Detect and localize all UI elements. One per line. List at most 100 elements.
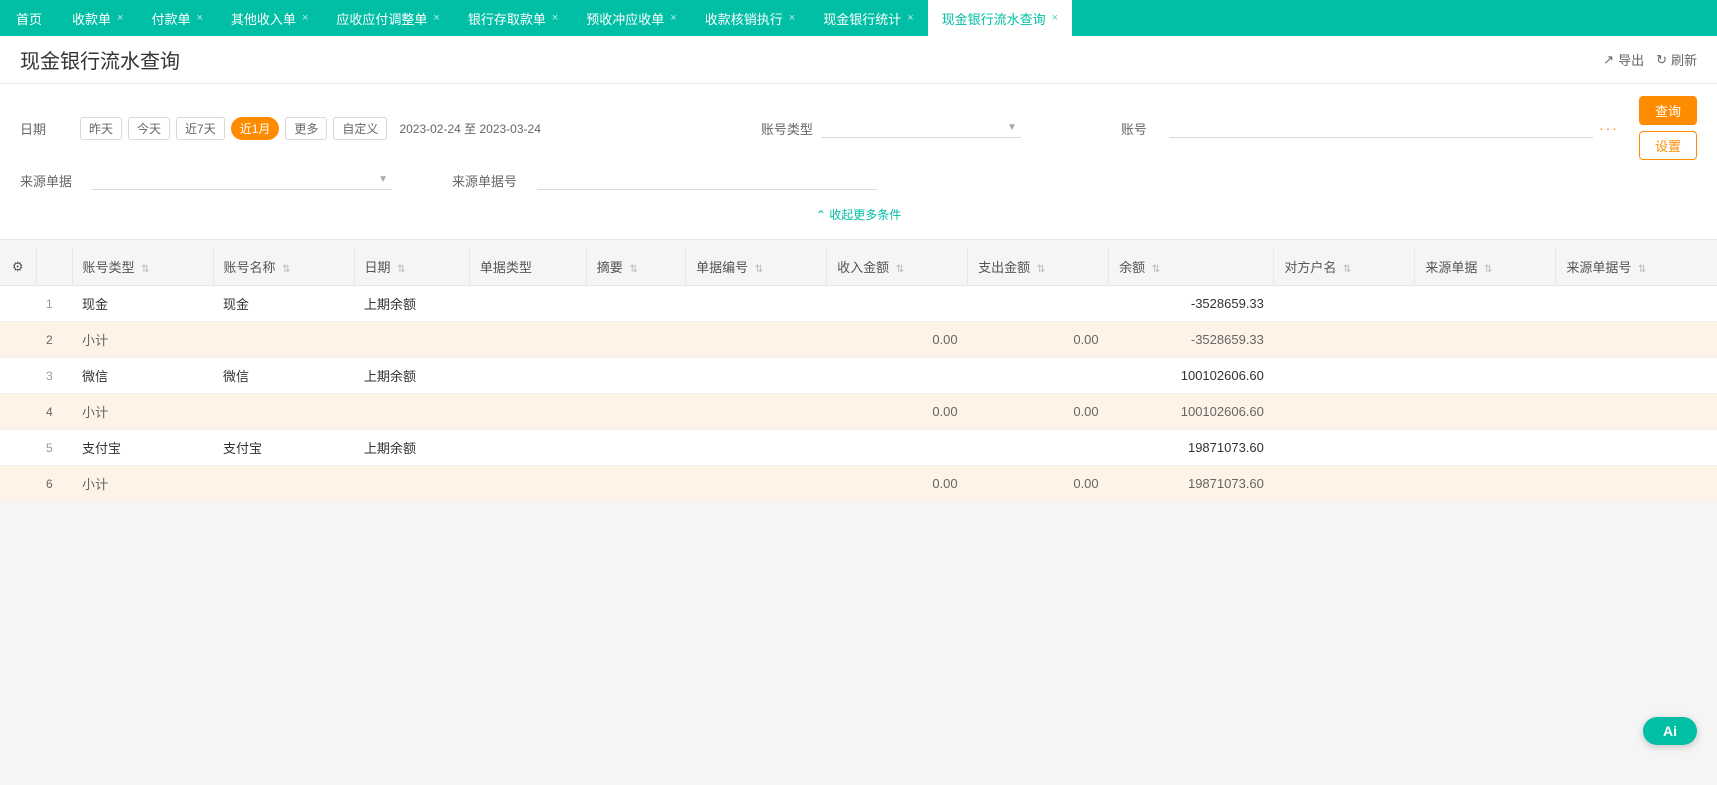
account-type-label: 账号类型 <box>761 119 813 138</box>
close-icon[interactable]: × <box>1052 12 1058 24</box>
table-cell <box>354 466 469 502</box>
date-btn-more[interactable]: 更多 <box>285 117 327 140</box>
date-btn-yesterday[interactable]: 昨天 <box>80 117 122 140</box>
nav-tab-shoukuan[interactable]: 收款单 × <box>58 0 137 36</box>
more-options-button[interactable]: ··· <box>1599 120 1619 136</box>
table-cell <box>1274 358 1415 394</box>
nav-tab-other-income[interactable]: 其他收入单 × <box>217 0 322 36</box>
close-icon[interactable]: × <box>552 12 558 24</box>
source-doc-label: 来源单据 <box>20 171 72 190</box>
close-icon[interactable]: × <box>302 12 308 24</box>
table-row: 1现金现金上期余额-3528659.33 <box>0 286 1717 322</box>
source-doc-no-label: 来源单据号 <box>452 171 517 190</box>
close-icon[interactable]: × <box>117 12 123 24</box>
date-btn-7days[interactable]: 近7天 <box>176 117 225 140</box>
table-cell <box>1274 466 1415 502</box>
table-cell <box>1274 286 1415 322</box>
filter-row-source: 来源单据 ▼ 来源单据号 <box>20 170 1697 190</box>
source-doc-select[interactable] <box>92 170 392 189</box>
table-cell <box>0 286 36 322</box>
th-source-doc-no[interactable]: 来源单据号 ⇅ <box>1556 248 1717 286</box>
table-cell <box>968 286 1109 322</box>
account-type-select-wrapper: 现金 微信 支付宝 银行 ▼ <box>821 118 1021 138</box>
table-cell: 100102606.60 <box>1109 394 1274 430</box>
account-no-label: 账号 <box>1121 119 1161 138</box>
table-cell <box>1415 358 1556 394</box>
table-cell <box>686 466 827 502</box>
table-cell <box>686 322 827 358</box>
sort-icon: ⇅ <box>629 264 637 275</box>
table-cell: 2 <box>36 322 72 358</box>
table-cell <box>1415 466 1556 502</box>
table-cell <box>1415 286 1556 322</box>
gear-icon[interactable]: ⚙ <box>12 259 24 274</box>
sort-icon: ⇅ <box>141 264 149 275</box>
table-cell <box>354 322 469 358</box>
th-doc-no[interactable]: 单据编号 ⇅ <box>686 248 827 286</box>
table-cell <box>1274 322 1415 358</box>
close-icon[interactable]: × <box>670 12 676 24</box>
nav-home[interactable]: 首页 <box>0 0 58 36</box>
settings-button[interactable]: 设置 <box>1639 131 1697 160</box>
nav-tab-collection[interactable]: 收款核销执行 × <box>691 0 809 36</box>
account-type-select[interactable]: 现金 微信 支付宝 银行 <box>821 118 1021 137</box>
table-cell <box>1556 466 1717 502</box>
th-account-name[interactable]: 账号名称 ⇅ <box>213 248 354 286</box>
account-no-filter: 账号 ··· <box>1121 118 1619 138</box>
table-cell: 支付宝 <box>213 430 354 466</box>
table-cell: 6 <box>36 466 72 502</box>
query-button[interactable]: 查询 <box>1639 96 1697 125</box>
table-cell: 上期余额 <box>354 358 469 394</box>
table-cell <box>686 286 827 322</box>
source-doc-no-input[interactable] <box>537 170 877 190</box>
th-expense[interactable]: 支出金额 ⇅ <box>968 248 1109 286</box>
nav-tab-adjustment[interactable]: 应收应付调整单 × <box>322 0 453 36</box>
table-cell <box>827 358 968 394</box>
date-btn-1month[interactable]: 近1月 <box>231 117 280 140</box>
table-cell <box>1274 394 1415 430</box>
account-no-input[interactable] <box>1169 118 1593 138</box>
nav-tab-statistics[interactable]: 现金银行统计 × <box>809 0 927 36</box>
table-cell: 小计 <box>72 466 213 502</box>
close-icon[interactable]: × <box>433 12 439 24</box>
nav-tab-bank-flow[interactable]: 现金银行流水查询 × <box>928 0 1072 36</box>
th-balance[interactable]: 余额 ⇅ <box>1109 248 1274 286</box>
table-cell: 0.00 <box>827 394 968 430</box>
date-btn-today[interactable]: 今天 <box>128 117 170 140</box>
account-type-filter: 账号类型 现金 微信 支付宝 银行 ▼ <box>761 118 1021 138</box>
th-source-doc[interactable]: 来源单据 ⇅ <box>1415 248 1556 286</box>
table-row: 5支付宝支付宝上期余额19871073.60 <box>0 430 1717 466</box>
export-button[interactable]: ↗ 导出 <box>1603 50 1644 69</box>
th-seq <box>36 248 72 286</box>
date-filter-label: 日期 <box>20 119 60 138</box>
th-counterpart[interactable]: 对方户名 ⇅ <box>1274 248 1415 286</box>
th-date[interactable]: 日期 ⇅ <box>354 248 469 286</box>
table-cell: 1 <box>36 286 72 322</box>
th-summary[interactable]: 摘要 ⇅ <box>586 248 685 286</box>
date-btn-custom[interactable]: 自定义 <box>333 117 387 140</box>
close-icon[interactable]: × <box>789 12 795 24</box>
th-income[interactable]: 收入金额 ⇅ <box>827 248 968 286</box>
nav-tab-prepay[interactable]: 预收冲应收单 × <box>572 0 690 36</box>
th-account-type[interactable]: 账号类型 ⇅ <box>72 248 213 286</box>
table-cell: 支付宝 <box>72 430 213 466</box>
table-row: 6小计0.000.0019871073.60 <box>0 466 1717 502</box>
close-icon[interactable]: × <box>196 12 202 24</box>
action-buttons: 查询 设置 <box>1639 96 1697 160</box>
ai-badge[interactable]: Ai <box>1643 717 1697 745</box>
table-cell <box>586 466 685 502</box>
nav-tab-fukuan[interactable]: 付款单 × <box>137 0 216 36</box>
nav-tab-bank-deposit[interactable]: 银行存取款单 × <box>454 0 572 36</box>
table-cell <box>469 430 586 466</box>
top-nav: 首页 收款单 × 付款单 × 其他收入单 × 应收应付调整单 × 银行存取款单 … <box>0 0 1717 36</box>
close-icon[interactable]: × <box>907 12 913 24</box>
refresh-button[interactable]: ↻ 刷新 <box>1656 50 1697 69</box>
table-cell: 0.00 <box>968 394 1109 430</box>
account-no-wrapper: ··· <box>1169 118 1619 138</box>
table-row: 2小计0.000.00-3528659.33 <box>0 322 1717 358</box>
date-options: 昨天 今天 近7天 近1月 更多 自定义 2023-02-24 至 2023-0… <box>80 117 541 140</box>
table-cell <box>469 466 586 502</box>
collapse-bar[interactable]: ⌃ 收起更多条件 <box>20 200 1697 227</box>
table-cell: 0.00 <box>827 322 968 358</box>
table-cell: -3528659.33 <box>1109 322 1274 358</box>
